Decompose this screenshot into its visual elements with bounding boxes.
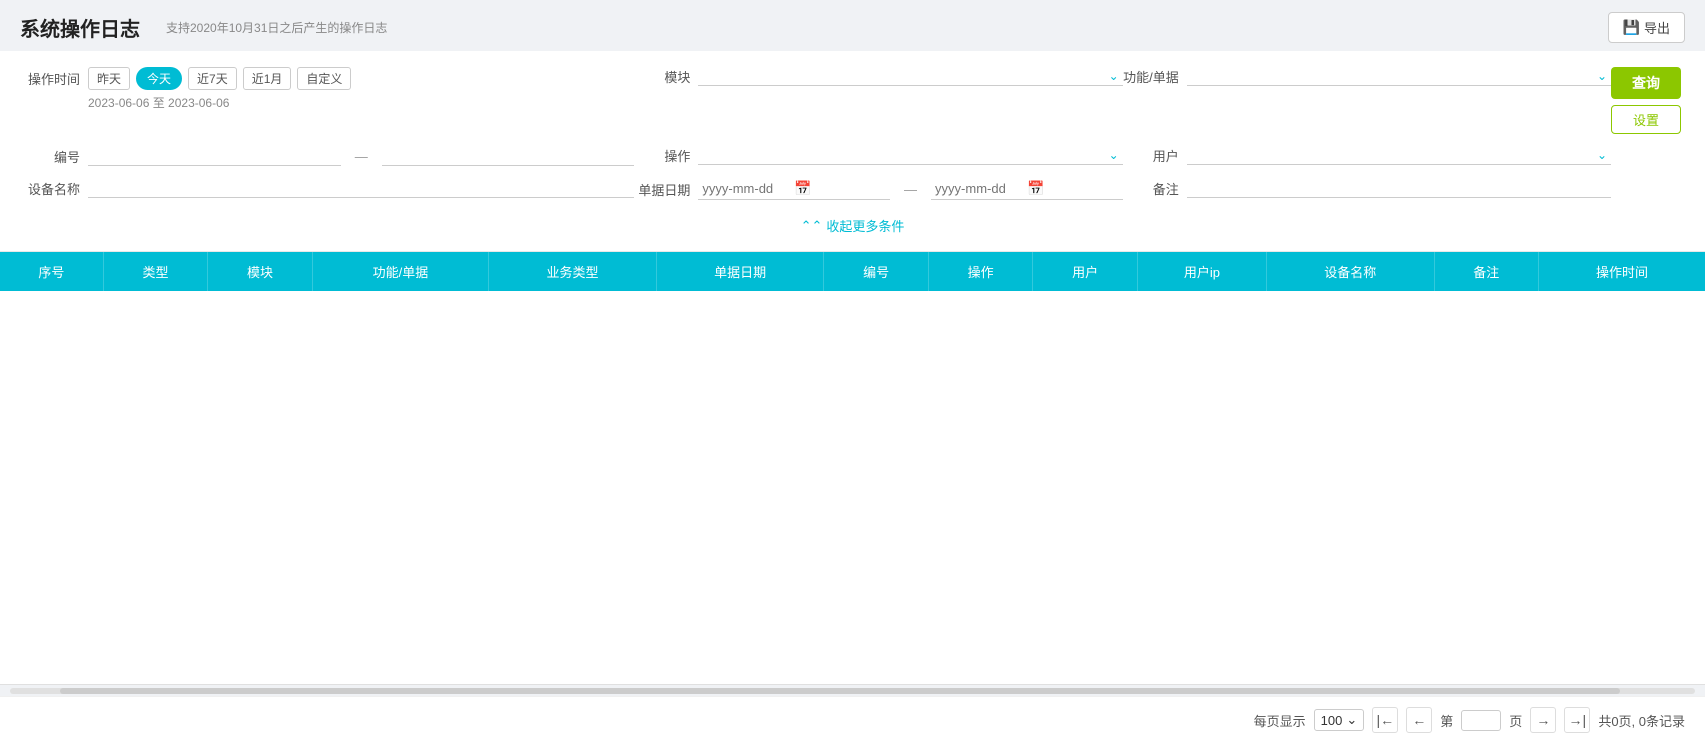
collapse-row: ⌃⌃ 收起更多条件 bbox=[24, 212, 1681, 239]
module-dropdown-icon: ⌄ bbox=[1109, 69, 1119, 83]
voucher-date-end-wrap: 📅 bbox=[931, 178, 1123, 200]
page-title: 系统操作日志 bbox=[20, 13, 140, 42]
number-input-end[interactable] bbox=[382, 146, 635, 166]
pagination: 每页显示 100 ⌄ |← ← 第 1 页 → →| 共0页, 0条记录 bbox=[0, 696, 1705, 743]
col-user-ip: 用户ip bbox=[1137, 252, 1266, 291]
per-page-select[interactable]: 100 ⌄ bbox=[1314, 709, 1365, 731]
time-range: 2023-06-06 至 2023-06-06 bbox=[88, 96, 229, 110]
collapse-label: 收起更多条件 bbox=[826, 216, 904, 235]
device-filter: 设备名称 bbox=[24, 178, 634, 198]
per-page-dropdown-icon: ⌄ bbox=[1346, 712, 1357, 728]
col-remark: 备注 bbox=[1434, 252, 1538, 291]
horizontal-scrollbar[interactable] bbox=[0, 684, 1705, 696]
feature-select[interactable]: ⌄ bbox=[1187, 67, 1611, 86]
col-feature: 功能/单据 bbox=[312, 252, 488, 291]
total-info: 共0页, 0条记录 bbox=[1598, 711, 1685, 730]
next-page-button[interactable]: → bbox=[1530, 707, 1556, 733]
col-device: 设备名称 bbox=[1266, 252, 1434, 291]
number-input-start[interactable] bbox=[88, 146, 341, 166]
module-filter: 模块 ⌄ bbox=[634, 67, 1122, 86]
scrollbar-track bbox=[10, 688, 1695, 694]
time-btn-today[interactable]: 今天 bbox=[136, 67, 182, 90]
feature-filter: 功能/单据 ⌄ bbox=[1123, 67, 1611, 86]
operation-filter: 操作 ⌄ bbox=[634, 146, 1122, 165]
page-subtitle: 支持2020年10月31日之后产生的操作日志 bbox=[166, 19, 387, 36]
page-header: 系统操作日志 支持2020年10月31日之后产生的操作日志 💾 导出 bbox=[0, 0, 1705, 51]
remark-label: 备注 bbox=[1123, 179, 1179, 198]
collapse-button[interactable]: ⌃⌃ 收起更多条件 bbox=[785, 212, 921, 239]
user-select[interactable]: ⌄ bbox=[1187, 146, 1611, 165]
user-filter: 用户 ⌄ bbox=[1123, 146, 1611, 165]
number-label: 编号 bbox=[24, 147, 80, 166]
module-select[interactable]: ⌄ bbox=[698, 67, 1122, 86]
calendar-end-icon[interactable]: 📅 bbox=[1027, 180, 1044, 197]
per-page-label: 每页显示 bbox=[1254, 711, 1306, 730]
module-label: 模块 bbox=[634, 67, 690, 86]
time-filter: 操作时间 昨天 今天 近7天 近1月 自定义 2023-06-06 至 2023… bbox=[24, 67, 634, 111]
voucher-date-start-wrap: 📅 bbox=[698, 178, 890, 200]
voucher-date-start[interactable] bbox=[702, 181, 792, 196]
data-table: 序号 类型 模块 功能/单据 业务类型 单据日期 编号 操作 用户 用户ip 设… bbox=[0, 252, 1705, 291]
collapse-icon: ⌃⌃ bbox=[801, 218, 823, 234]
device-label: 设备名称 bbox=[24, 179, 80, 198]
voucher-date-end[interactable] bbox=[935, 181, 1025, 196]
page-number-input[interactable]: 1 bbox=[1461, 710, 1501, 731]
calendar-start-icon[interactable]: 📅 bbox=[794, 180, 811, 197]
col-index: 序号 bbox=[0, 252, 103, 291]
page-prefix-label: 第 bbox=[1440, 711, 1453, 730]
feature-dropdown-icon: ⌄ bbox=[1597, 69, 1607, 83]
time-btn-7days[interactable]: 近7天 bbox=[188, 67, 237, 90]
operation-dropdown-icon: ⌄ bbox=[1109, 148, 1119, 162]
operation-select[interactable]: ⌄ bbox=[698, 146, 1122, 165]
col-voucher-date: 单据日期 bbox=[656, 252, 824, 291]
date-dash: — bbox=[904, 182, 917, 197]
device-input[interactable] bbox=[88, 178, 634, 198]
table-container: 序号 类型 模块 功能/单据 业务类型 单据日期 编号 操作 用户 用户ip 设… bbox=[0, 252, 1705, 684]
table-header-row: 序号 类型 模块 功能/单据 业务类型 单据日期 编号 操作 用户 用户ip 设… bbox=[0, 252, 1705, 291]
settings-button[interactable]: 设置 bbox=[1611, 105, 1681, 134]
time-btn-yesterday[interactable]: 昨天 bbox=[88, 67, 130, 90]
filter-panel: 操作时间 昨天 今天 近7天 近1月 自定义 2023-06-06 至 2023… bbox=[0, 51, 1705, 252]
col-type: 类型 bbox=[103, 252, 207, 291]
last-page-button[interactable]: →| bbox=[1564, 707, 1590, 733]
page-suffix-label: 页 bbox=[1509, 711, 1522, 730]
filter-row-1: 操作时间 昨天 今天 近7天 近1月 自定义 2023-06-06 至 2023… bbox=[24, 67, 1681, 134]
col-op-time: 操作时间 bbox=[1539, 252, 1705, 291]
query-button[interactable]: 查询 bbox=[1611, 67, 1681, 99]
time-buttons: 昨天 今天 近7天 近1月 自定义 bbox=[88, 67, 351, 90]
export-button[interactable]: 💾 导出 bbox=[1608, 12, 1685, 43]
export-label: 导出 bbox=[1644, 18, 1670, 37]
export-icon: 💾 bbox=[1623, 19, 1640, 36]
number-dash: — bbox=[355, 149, 368, 164]
remark-filter: 备注 bbox=[1123, 178, 1611, 198]
col-number: 编号 bbox=[824, 252, 928, 291]
first-page-button[interactable]: |← bbox=[1372, 707, 1398, 733]
per-page-value: 100 bbox=[1321, 713, 1343, 728]
voucher-date-filter: 单据日期 📅 — 📅 bbox=[634, 178, 1122, 200]
number-filter: 编号 — bbox=[24, 146, 634, 166]
col-operation: 操作 bbox=[928, 252, 1032, 291]
header-left: 系统操作日志 支持2020年10月31日之后产生的操作日志 bbox=[20, 13, 387, 42]
prev-page-button[interactable]: ← bbox=[1406, 707, 1432, 733]
time-btn-1month[interactable]: 近1月 bbox=[243, 67, 292, 90]
col-user: 用户 bbox=[1033, 252, 1137, 291]
user-label: 用户 bbox=[1123, 146, 1179, 165]
voucher-date-label: 单据日期 bbox=[634, 180, 690, 199]
user-dropdown-icon: ⌄ bbox=[1597, 148, 1607, 162]
filter-row-3: 设备名称 单据日期 📅 — 📅 备注 bbox=[24, 178, 1681, 200]
filter-row-2: 编号 — 操作 ⌄ 用户 ⌄ bbox=[24, 146, 1681, 166]
col-module: 模块 bbox=[208, 252, 312, 291]
table-header: 序号 类型 模块 功能/单据 业务类型 单据日期 编号 操作 用户 用户ip 设… bbox=[0, 252, 1705, 291]
feature-label: 功能/单据 bbox=[1123, 67, 1179, 86]
col-biz-type: 业务类型 bbox=[489, 252, 657, 291]
action-buttons: 查询 设置 bbox=[1611, 67, 1681, 134]
remark-input[interactable] bbox=[1187, 178, 1611, 198]
time-btn-custom[interactable]: 自定义 bbox=[297, 67, 351, 90]
scrollbar-thumb bbox=[60, 688, 1620, 694]
time-label: 操作时间 bbox=[24, 69, 80, 88]
operation-label: 操作 bbox=[634, 146, 690, 165]
